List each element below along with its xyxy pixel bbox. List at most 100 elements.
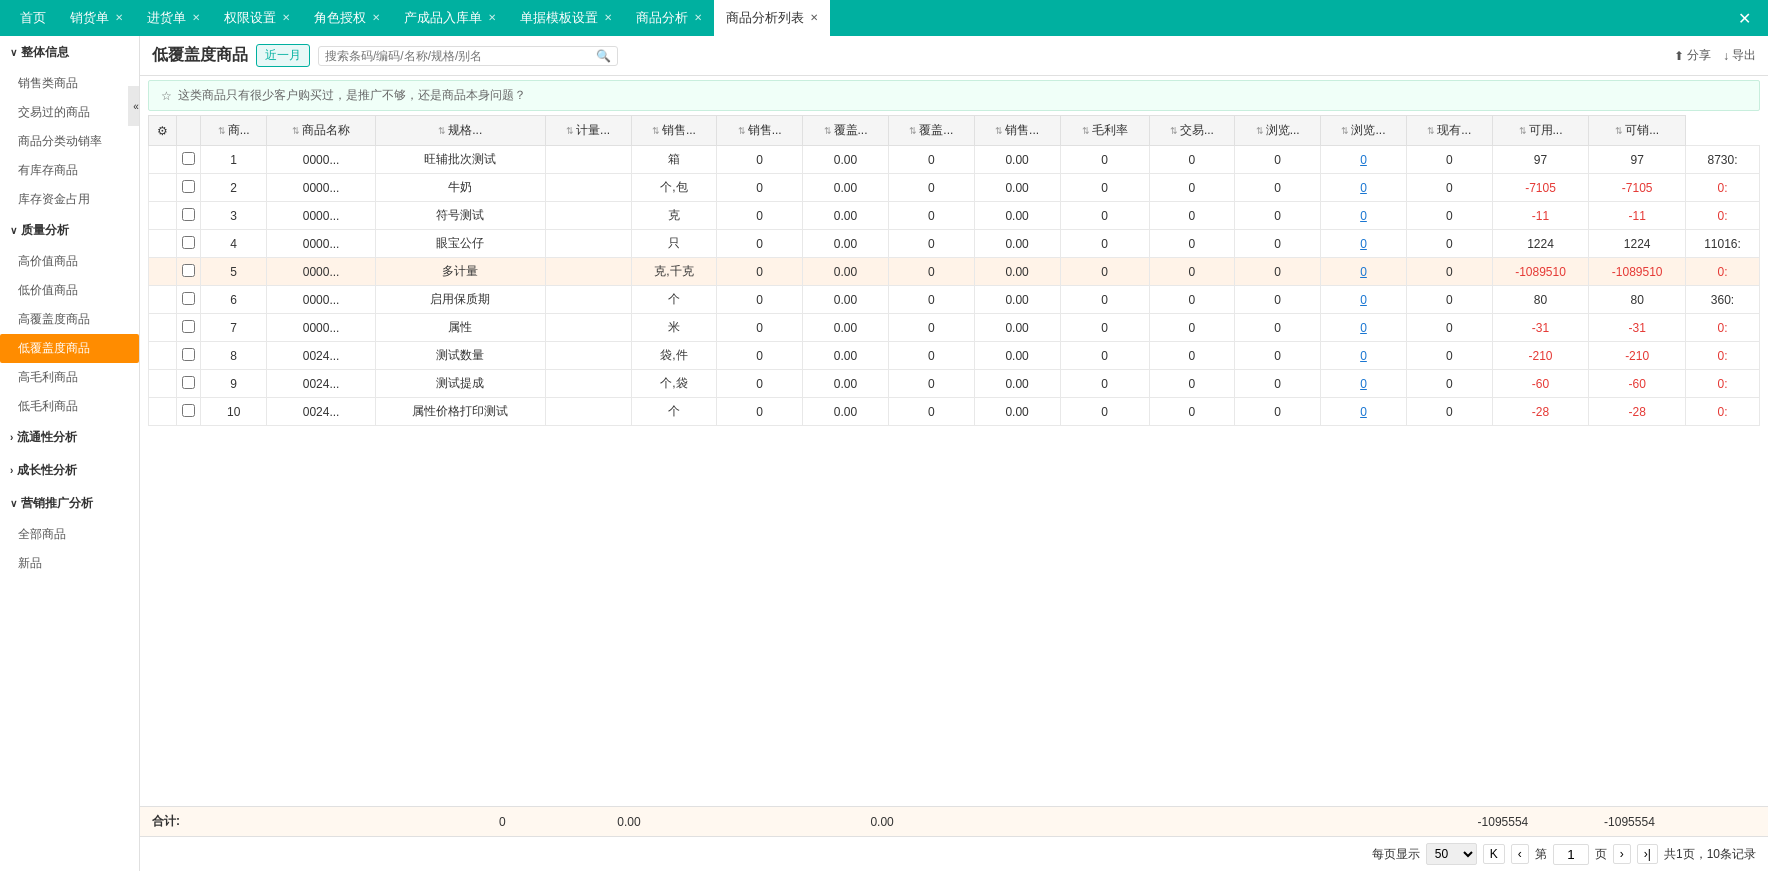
sidebar-section-liquidity[interactable]: › 流通性分析 — [0, 421, 139, 454]
td-browse-a[interactable]: 0 — [1321, 202, 1407, 230]
nav-sales[interactable]: 销货单 ✕ — [58, 0, 135, 36]
td-check[interactable] — [177, 342, 201, 370]
td-browse-a[interactable]: 0 — [1321, 258, 1407, 286]
td-unit: 个 — [631, 398, 717, 426]
th-sellable[interactable]: 可销... — [1589, 116, 1686, 146]
browse-link[interactable]: 0 — [1360, 209, 1367, 223]
td-check[interactable] — [177, 230, 201, 258]
nav-analysis-list[interactable]: 商品分析列表 ✕ — [714, 0, 830, 36]
th-gross-rate[interactable]: 毛利率 — [1060, 116, 1149, 146]
nav-permission[interactable]: 权限设置 ✕ — [212, 0, 302, 36]
th-sales-c[interactable]: 销售... — [974, 116, 1060, 146]
nav-role[interactable]: 角色授权 ✕ — [302, 0, 392, 36]
sidebar-section-overall[interactable]: ∨ 整体信息 — [0, 36, 139, 69]
th-sales-amt[interactable]: 销售... — [717, 116, 803, 146]
nav-analysis-list-close[interactable]: ✕ — [810, 0, 818, 36]
td-browse-a[interactable]: 0 — [1321, 174, 1407, 202]
sidebar-item-low-value[interactable]: 低价值商品 — [0, 276, 139, 305]
nav-home[interactable]: 首页 — [8, 0, 58, 36]
th-unit[interactable]: 计量... — [545, 116, 631, 146]
per-page-select[interactable]: 50 10 20 100 — [1426, 843, 1477, 865]
sidebar-item-high-coverage[interactable]: 高覆盖度商品 — [0, 305, 139, 334]
first-page-button[interactable]: K — [1483, 844, 1505, 864]
th-spec[interactable]: 规格... — [375, 116, 545, 146]
export-button[interactable]: ↓ 导出 — [1723, 47, 1756, 64]
sidebar-item-low-margin[interactable]: 低毛利商品 — [0, 392, 139, 421]
sidebar-collapse-button[interactable]: « — [128, 86, 140, 126]
nav-sales-close[interactable]: ✕ — [115, 0, 123, 36]
th-browse-b[interactable]: 浏览... — [1321, 116, 1407, 146]
sidebar-item-traded-goods[interactable]: 交易过的商品 — [0, 98, 139, 127]
share-button[interactable]: ⬆ 分享 — [1674, 47, 1711, 64]
browse-link[interactable]: 0 — [1360, 377, 1367, 391]
sidebar-item-high-value[interactable]: 高价值商品 — [0, 247, 139, 276]
th-coverage-a[interactable]: 覆盖... — [803, 116, 889, 146]
sidebar-section-quality[interactable]: ∨ 质量分析 — [0, 214, 139, 247]
sidebar-section-marketing[interactable]: ∨ 营销推广分析 — [0, 487, 139, 520]
th-settings[interactable]: ⚙ — [149, 116, 177, 146]
nav-analysis-close[interactable]: ✕ — [694, 0, 702, 36]
filter-period-button[interactable]: 近一月 — [256, 44, 310, 67]
th-current-stock[interactable]: 现有... — [1406, 116, 1492, 146]
nav-purchase-close[interactable]: ✕ — [192, 0, 200, 36]
td-browse-a[interactable]: 0 — [1321, 370, 1407, 398]
td-coverage-b: 0.00 — [974, 146, 1060, 174]
nav-product-in[interactable]: 产成品入库单 ✕ — [392, 0, 508, 36]
td-check[interactable] — [177, 398, 201, 426]
td-check[interactable] — [177, 174, 201, 202]
td-check[interactable] — [177, 370, 201, 398]
sidebar-item-stock-capital[interactable]: 库存资金占用 — [0, 185, 139, 214]
th-browse-a[interactable]: 浏览... — [1235, 116, 1321, 146]
td-check[interactable] — [177, 202, 201, 230]
nav-role-close[interactable]: ✕ — [372, 0, 380, 36]
sidebar-item-new-goods[interactable]: 新品 — [0, 549, 139, 578]
search-input[interactable] — [325, 49, 596, 63]
last-page-button[interactable]: ›| — [1637, 844, 1658, 864]
nav-product-in-close[interactable]: ✕ — [488, 0, 496, 36]
td-current-stock: 80 — [1492, 286, 1589, 314]
sidebar-item-all-goods[interactable]: 全部商品 — [0, 520, 139, 549]
td-browse-a[interactable]: 0 — [1321, 146, 1407, 174]
th-transaction[interactable]: 交易... — [1149, 116, 1235, 146]
browse-link[interactable]: 0 — [1360, 237, 1367, 251]
browse-link[interactable]: 0 — [1360, 405, 1367, 419]
nav-purchase[interactable]: 进货单 ✕ — [135, 0, 212, 36]
search-box[interactable]: 🔍 — [318, 46, 618, 66]
nav-permission-close[interactable]: ✕ — [282, 0, 290, 36]
td-browse-a[interactable]: 0 — [1321, 398, 1407, 426]
th-sales-qty[interactable]: 销售... — [631, 116, 717, 146]
window-close-button[interactable]: ✕ — [1728, 2, 1760, 34]
td-browse-a[interactable]: 0 — [1321, 314, 1407, 342]
nav-template-close[interactable]: ✕ — [604, 0, 612, 36]
th-coverage-b[interactable]: 覆盖... — [888, 116, 974, 146]
th-available-stock[interactable]: 可用... — [1492, 116, 1589, 146]
sidebar-section-growth[interactable]: › 成长性分析 — [0, 454, 139, 487]
td-check[interactable] — [177, 314, 201, 342]
browse-link[interactable]: 0 — [1360, 349, 1367, 363]
next-page-button[interactable]: › — [1613, 844, 1631, 864]
th-name[interactable]: 商品名称 — [267, 116, 375, 146]
td-check[interactable] — [177, 258, 201, 286]
sidebar-item-with-stock[interactable]: 有库存商品 — [0, 156, 139, 185]
browse-link[interactable]: 0 — [1360, 265, 1367, 279]
td-check[interactable] — [177, 286, 201, 314]
browse-link[interactable]: 0 — [1360, 181, 1367, 195]
sidebar-item-category-rate[interactable]: 商品分类动销率 — [0, 127, 139, 156]
td-coverage-b: 0.00 — [974, 370, 1060, 398]
browse-link[interactable]: 0 — [1360, 293, 1367, 307]
td-browse-a[interactable]: 0 — [1321, 230, 1407, 258]
sidebar-item-low-coverage[interactable]: 低覆盖度商品 — [0, 334, 139, 363]
th-code[interactable]: 商... — [201, 116, 267, 146]
browse-link[interactable]: 0 — [1360, 153, 1367, 167]
prev-page-button[interactable]: ‹ — [1511, 844, 1529, 864]
sidebar-item-high-margin[interactable]: 高毛利商品 — [0, 363, 139, 392]
nav-analysis[interactable]: 商品分析 ✕ — [624, 0, 714, 36]
nav-template[interactable]: 单据模板设置 ✕ — [508, 0, 624, 36]
td-browse-a[interactable]: 0 — [1321, 286, 1407, 314]
search-icon[interactable]: 🔍 — [596, 49, 611, 63]
page-number-input[interactable] — [1553, 844, 1589, 865]
browse-link[interactable]: 0 — [1360, 321, 1367, 335]
td-check[interactable] — [177, 146, 201, 174]
td-browse-a[interactable]: 0 — [1321, 342, 1407, 370]
sidebar-item-sales-goods[interactable]: 销售类商品 — [0, 69, 139, 98]
